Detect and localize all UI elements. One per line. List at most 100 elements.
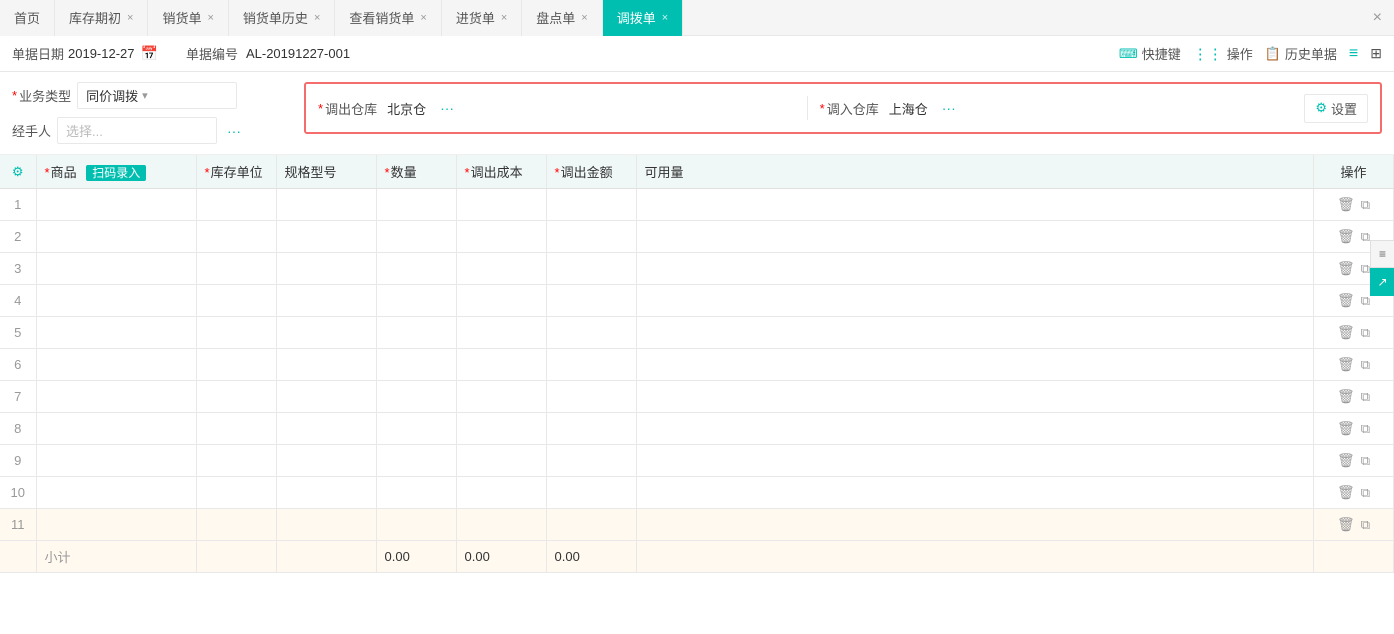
copy-icon[interactable]: ⧉: [1361, 261, 1370, 277]
row-cost[interactable]: [456, 189, 546, 221]
row-qty[interactable]: [376, 221, 456, 253]
row-qty[interactable]: [376, 381, 456, 413]
row-qty[interactable]: [376, 253, 456, 285]
calendar-icon[interactable]: 📅: [141, 45, 158, 62]
th-gear[interactable]: ⚙: [0, 155, 36, 189]
tab-view-sales[interactable]: 查看销货单 ×: [335, 0, 441, 36]
tab-sales-history-close[interactable]: ×: [314, 12, 320, 24]
tab-stocktake[interactable]: 盘点单 ×: [522, 0, 602, 36]
layout1-icon: ≡: [1349, 45, 1358, 63]
row-goods[interactable]: [36, 445, 196, 477]
table-footer: 小计 0.00 0.00 0.00: [0, 541, 1394, 573]
row-cost[interactable]: [456, 253, 546, 285]
operations-label: 操作: [1227, 44, 1253, 63]
layout-button2[interactable]: ⊞: [1370, 45, 1382, 62]
row-qty[interactable]: [376, 509, 456, 541]
row-cost[interactable]: [456, 413, 546, 445]
row-cost[interactable]: [456, 509, 546, 541]
row-cost[interactable]: [456, 349, 546, 381]
delete-icon[interactable]: 🗑: [1337, 324, 1355, 341]
date-value[interactable]: 2019-12-27: [68, 46, 135, 61]
tab-inventory-init[interactable]: 库存期初 ×: [55, 0, 148, 36]
row-cost[interactable]: [456, 445, 546, 477]
delete-icon[interactable]: 🗑: [1337, 292, 1355, 309]
delete-icon[interactable]: 🗑: [1337, 388, 1355, 405]
tab-sales-history[interactable]: 销货单历史 ×: [229, 0, 335, 36]
row-amount: [546, 285, 636, 317]
delete-icon[interactable]: 🗑: [1337, 356, 1355, 373]
row-goods[interactable]: [36, 285, 196, 317]
row-qty[interactable]: [376, 317, 456, 349]
tab-home[interactable]: 首页: [0, 0, 55, 36]
tab-sales-order-close[interactable]: ×: [207, 12, 213, 24]
copy-icon[interactable]: ⧉: [1361, 389, 1370, 405]
transfer-in-more-btn[interactable]: ···: [942, 100, 956, 116]
handler-select[interactable]: 选择...: [57, 117, 217, 144]
row-qty[interactable]: [376, 349, 456, 381]
history-button[interactable]: 📋 历史单据: [1265, 44, 1337, 63]
row-cost[interactable]: [456, 317, 546, 349]
scan-btn[interactable]: 扫码录入: [86, 165, 146, 181]
tab-inventory-init-close[interactable]: ×: [127, 12, 133, 24]
transfer-out-more-btn[interactable]: ···: [440, 100, 454, 116]
row-goods[interactable]: [36, 509, 196, 541]
settings-button[interactable]: ⚙ 设置: [1304, 94, 1368, 123]
tab-purchase-order-close[interactable]: ×: [501, 12, 507, 24]
row-goods[interactable]: [36, 253, 196, 285]
row-ops: 🗑 ⧉: [1314, 381, 1394, 413]
copy-icon[interactable]: ⧉: [1361, 421, 1370, 437]
row-spec: [276, 477, 376, 509]
row-goods[interactable]: [36, 381, 196, 413]
delete-icon[interactable]: 🗑: [1337, 196, 1355, 213]
row-cost[interactable]: [456, 285, 546, 317]
delete-icon[interactable]: 🗑: [1337, 516, 1355, 533]
tab-inventory-init-label: 库存期初: [69, 8, 121, 27]
row-goods[interactable]: [36, 189, 196, 221]
shortcuts-button[interactable]: ⌨ 快捷键: [1119, 44, 1181, 63]
row-goods[interactable]: [36, 413, 196, 445]
handler-more-btn[interactable]: ···: [227, 123, 241, 139]
transfer-box: * 调出仓库 北京仓 ··· * 调入仓库 上海仓 ··· ⚙ 设置: [304, 82, 1382, 134]
copy-icon[interactable]: ⧉: [1361, 229, 1370, 245]
row-goods[interactable]: [36, 221, 196, 253]
subtotal-empty1: [0, 541, 36, 573]
copy-icon[interactable]: ⧉: [1361, 485, 1370, 501]
operations-button[interactable]: ⋮⋮ 操作: [1193, 44, 1253, 63]
window-close-button[interactable]: ×: [1361, 0, 1394, 36]
row-qty[interactable]: [376, 477, 456, 509]
tab-transfer-close[interactable]: ×: [662, 12, 668, 24]
delete-icon[interactable]: 🗑: [1337, 484, 1355, 501]
layout-button1[interactable]: ≡: [1349, 45, 1358, 63]
row-qty[interactable]: [376, 445, 456, 477]
row-cost[interactable]: [456, 221, 546, 253]
row-goods[interactable]: [36, 477, 196, 509]
copy-icon[interactable]: ⧉: [1361, 293, 1370, 309]
tab-sales-order[interactable]: 销货单 ×: [148, 0, 228, 36]
row-avail: [636, 509, 1314, 541]
copy-icon[interactable]: ⧉: [1361, 325, 1370, 341]
copy-icon[interactable]: ⧉: [1361, 357, 1370, 373]
row-amount: [546, 445, 636, 477]
side-export-btn[interactable]: ↗: [1370, 268, 1394, 296]
row-qty[interactable]: [376, 189, 456, 221]
delete-icon[interactable]: 🗑: [1337, 260, 1355, 277]
tab-transfer[interactable]: 调拨单 ×: [603, 0, 683, 36]
row-qty[interactable]: [376, 285, 456, 317]
side-list-btn[interactable]: ≡: [1370, 240, 1394, 268]
row-cost[interactable]: [456, 477, 546, 509]
business-type-select[interactable]: 同价调拨 ▾: [77, 82, 237, 109]
row-goods[interactable]: [36, 317, 196, 349]
tab-purchase-order[interactable]: 进货单 ×: [442, 0, 522, 36]
delete-icon[interactable]: 🗑: [1337, 452, 1355, 469]
tab-stocktake-close[interactable]: ×: [581, 12, 587, 24]
copy-icon[interactable]: ⧉: [1361, 197, 1370, 213]
delete-icon[interactable]: 🗑: [1337, 420, 1355, 437]
copy-icon[interactable]: ⧉: [1361, 517, 1370, 533]
row-qty[interactable]: [376, 413, 456, 445]
row-goods[interactable]: [36, 349, 196, 381]
row-spec: [276, 317, 376, 349]
delete-icon[interactable]: 🗑: [1337, 228, 1355, 245]
row-cost[interactable]: [456, 381, 546, 413]
copy-icon[interactable]: ⧉: [1361, 453, 1370, 469]
tab-view-sales-close[interactable]: ×: [420, 12, 426, 24]
